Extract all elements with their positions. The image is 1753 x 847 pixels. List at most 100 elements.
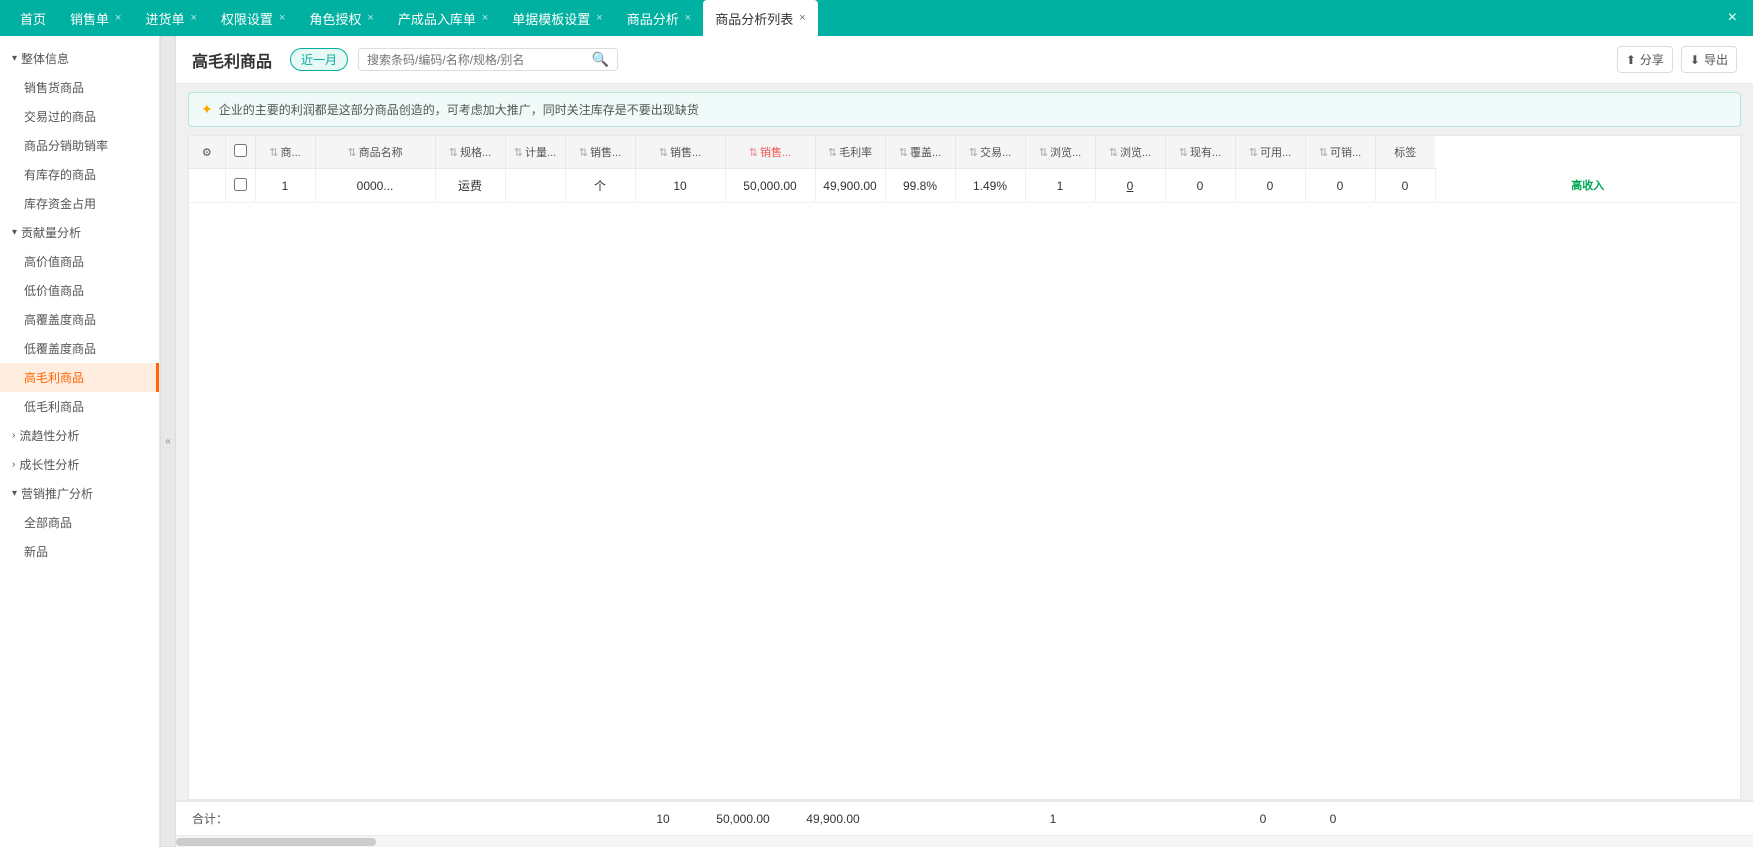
row-spec xyxy=(505,169,565,203)
sidebar-group-trend[interactable]: › 流趋性分析 xyxy=(0,421,159,450)
export-button[interactable]: ⬇ 导出 xyxy=(1681,46,1737,73)
close-analysis-list-tab[interactable]: × xyxy=(799,12,805,24)
footer-spacer7 xyxy=(878,812,948,826)
footer-spacer1 xyxy=(252,812,288,826)
close-purchase-tab[interactable]: × xyxy=(190,12,196,24)
sidebar-item-all-goods[interactable]: 全部商品 xyxy=(0,508,159,537)
footer-current-stock: 0 xyxy=(1228,812,1298,826)
row-sales-profit: 49,900.00 xyxy=(815,169,885,203)
row-margin-rate: 99.8% xyxy=(885,169,955,203)
nav-permissions[interactable]: 权限设置 × xyxy=(209,0,297,36)
sales-amt-column-header[interactable]: ⇅销售... xyxy=(635,136,725,169)
collapse-overall-icon: ▾ xyxy=(12,53,17,64)
info-icon: ✦ xyxy=(201,101,213,118)
row-browse2: 0 xyxy=(1165,169,1235,203)
table-header-row: ⚙ ⇅商... ⇅商品名称 ⇅规格... ⇅计量... ⇅销售... ⇅销售..… xyxy=(189,136,1740,169)
sidebar-item-low-value[interactable]: 低价值商品 xyxy=(0,276,159,305)
close-product-inbound-tab[interactable]: × xyxy=(482,12,488,24)
close-roles-tab[interactable]: × xyxy=(367,12,373,24)
sidebar-item-distribution-rate[interactable]: 商品分销助销率 xyxy=(0,131,159,160)
nav-home[interactable]: 首页 xyxy=(8,0,58,36)
footer-spacer3 xyxy=(318,812,378,826)
row-name: 运费 xyxy=(435,169,505,203)
content-header: 高毛利商品 近一月 🔍 ⬆ 分享 ⬇ 导出 xyxy=(176,36,1753,84)
browse1-column-header[interactable]: ⇅浏览... xyxy=(1025,136,1095,169)
sidebar-item-traded-goods[interactable]: 交易过的商品 xyxy=(0,102,159,131)
row-current-stock: 0 xyxy=(1235,169,1305,203)
close-all-tabs[interactable]: × xyxy=(1720,9,1745,27)
footer-transaction: 1 xyxy=(1018,812,1088,826)
name-column-header[interactable]: ⇅商品名称 xyxy=(315,136,435,169)
settings-column-header[interactable]: ⚙ xyxy=(189,136,225,169)
share-icon: ⬆ xyxy=(1626,53,1636,67)
nav-sales[interactable]: 销售单 × xyxy=(58,0,133,36)
sidebar-group-marketing[interactable]: ▾ 营销推广分析 xyxy=(0,479,159,508)
sidebar-item-high-margin[interactable]: 高毛利商品 xyxy=(0,363,159,392)
share-button[interactable]: ⬆ 分享 xyxy=(1617,46,1673,73)
spec-column-header[interactable]: ⇅规格... xyxy=(435,136,505,169)
sidebar-item-high-coverage[interactable]: 高覆盖度商品 xyxy=(0,305,159,334)
sidebar-item-stock-capital[interactable]: 库存资金占用 xyxy=(0,189,159,218)
info-text: 企业的主要的利润都是这部分商品创造的，可考虑加大推广，同时关注库存是不要出现缺货 xyxy=(219,101,699,118)
checkbox-column-header[interactable] xyxy=(225,136,255,169)
sidebar-collapse-button[interactable]: « xyxy=(160,36,176,847)
period-button[interactable]: 近一月 xyxy=(290,48,348,71)
close-permissions-tab[interactable]: × xyxy=(279,12,285,24)
search-box: 🔍 xyxy=(358,48,618,71)
sidebar-group-growth-label: 成长性分析 xyxy=(19,456,79,473)
row-browse1[interactable]: 0 xyxy=(1095,169,1165,203)
sidebar-item-new-goods[interactable]: 新品 xyxy=(0,537,159,566)
saleable-column-header[interactable]: ⇅可销... xyxy=(1305,136,1375,169)
nav-roles[interactable]: 角色授权 × xyxy=(297,0,385,36)
nav-product-analysis-list[interactable]: 商品分析列表 × xyxy=(703,0,817,36)
browse2-column-header[interactable]: ⇅浏览... xyxy=(1095,136,1165,169)
nav-product-analysis[interactable]: 商品分析 × xyxy=(615,0,703,36)
coverage-column-header[interactable]: ⇅覆盖... xyxy=(885,136,955,169)
row-select-checkbox[interactable] xyxy=(234,178,247,191)
sidebar-item-high-value[interactable]: 高价值商品 xyxy=(0,247,159,276)
collapse-growth-icon: › xyxy=(12,459,15,470)
scrollbar-thumb[interactable] xyxy=(176,838,376,846)
footer-bar: 合计： 10 50,000.00 49,900.00 1 0 0 xyxy=(176,800,1753,835)
margin-rate-column-header[interactable]: ⇅毛利率 xyxy=(815,136,885,169)
unit-column-header[interactable]: ⇅计量... xyxy=(505,136,565,169)
search-input[interactable] xyxy=(367,53,592,67)
nav-product-inbound[interactable]: 产成品入库单 × xyxy=(386,0,500,36)
nav-template-settings[interactable]: 单据模板设置 × xyxy=(500,0,614,36)
search-icon[interactable]: 🔍 xyxy=(592,51,609,68)
current-stock-column-header[interactable]: ⇅现有... xyxy=(1165,136,1235,169)
sales-qty-column-header[interactable]: ⇅销售... xyxy=(565,136,635,169)
sidebar-group-overall[interactable]: ▾ 整体信息 xyxy=(0,44,159,73)
row-checkbox[interactable] xyxy=(225,169,255,203)
tag-column-header: 标签 xyxy=(1375,136,1435,169)
main-area: ▾ 整体信息 销售货商品 交易过的商品 商品分销助销率 有库存的商品 库存资金占… xyxy=(0,36,1753,847)
row-available-stock: 0 xyxy=(1305,169,1375,203)
sidebar-group-contribution[interactable]: ▾ 贡献量分析 xyxy=(0,218,159,247)
content-area: 高毛利商品 近一月 🔍 ⬆ 分享 ⬇ 导出 ✦ 企业的主要的利润都是这部分商品创… xyxy=(176,36,1753,847)
export-label: 导出 xyxy=(1704,51,1728,68)
close-template-tab[interactable]: × xyxy=(596,12,602,24)
info-bar: ✦ 企业的主要的利润都是这部分商品创造的，可考虑加大推广，同时关注库存是不要出现… xyxy=(188,92,1741,127)
available-stock-column-header[interactable]: ⇅可用... xyxy=(1235,136,1305,169)
sidebar-group-contribution-label: 贡献量分析 xyxy=(21,224,81,241)
nav-purchase[interactable]: 进货单 × xyxy=(133,0,208,36)
footer-spacer5 xyxy=(498,812,568,826)
horizontal-scrollbar[interactable] xyxy=(176,835,1753,847)
sidebar-item-low-coverage[interactable]: 低覆盖度商品 xyxy=(0,334,159,363)
transaction-column-header[interactable]: ⇅交易... xyxy=(955,136,1025,169)
close-analysis-tab[interactable]: × xyxy=(685,12,691,24)
sidebar-group-trend-label: 流趋性分析 xyxy=(19,427,79,444)
row-num: 1 xyxy=(255,169,315,203)
select-all-checkbox[interactable] xyxy=(234,144,247,157)
sidebar-group-overall-label: 整体信息 xyxy=(21,50,69,67)
close-sales-tab[interactable]: × xyxy=(115,12,121,24)
collapse-contribution-icon: ▾ xyxy=(12,227,17,238)
sku-column-header[interactable]: ⇅商... xyxy=(255,136,315,169)
footer-sales-profit: 49,900.00 xyxy=(788,812,878,826)
sidebar-item-sales-goods[interactable]: 销售货商品 xyxy=(0,73,159,102)
footer-available-stock: 0 xyxy=(1298,812,1368,826)
sidebar-group-growth[interactable]: › 成长性分析 xyxy=(0,450,159,479)
sidebar-item-in-stock-goods[interactable]: 有库存的商品 xyxy=(0,160,159,189)
sidebar-item-low-margin[interactable]: 低毛利商品 xyxy=(0,392,159,421)
sales-profit-column-header[interactable]: ⇅销售... xyxy=(725,136,815,169)
